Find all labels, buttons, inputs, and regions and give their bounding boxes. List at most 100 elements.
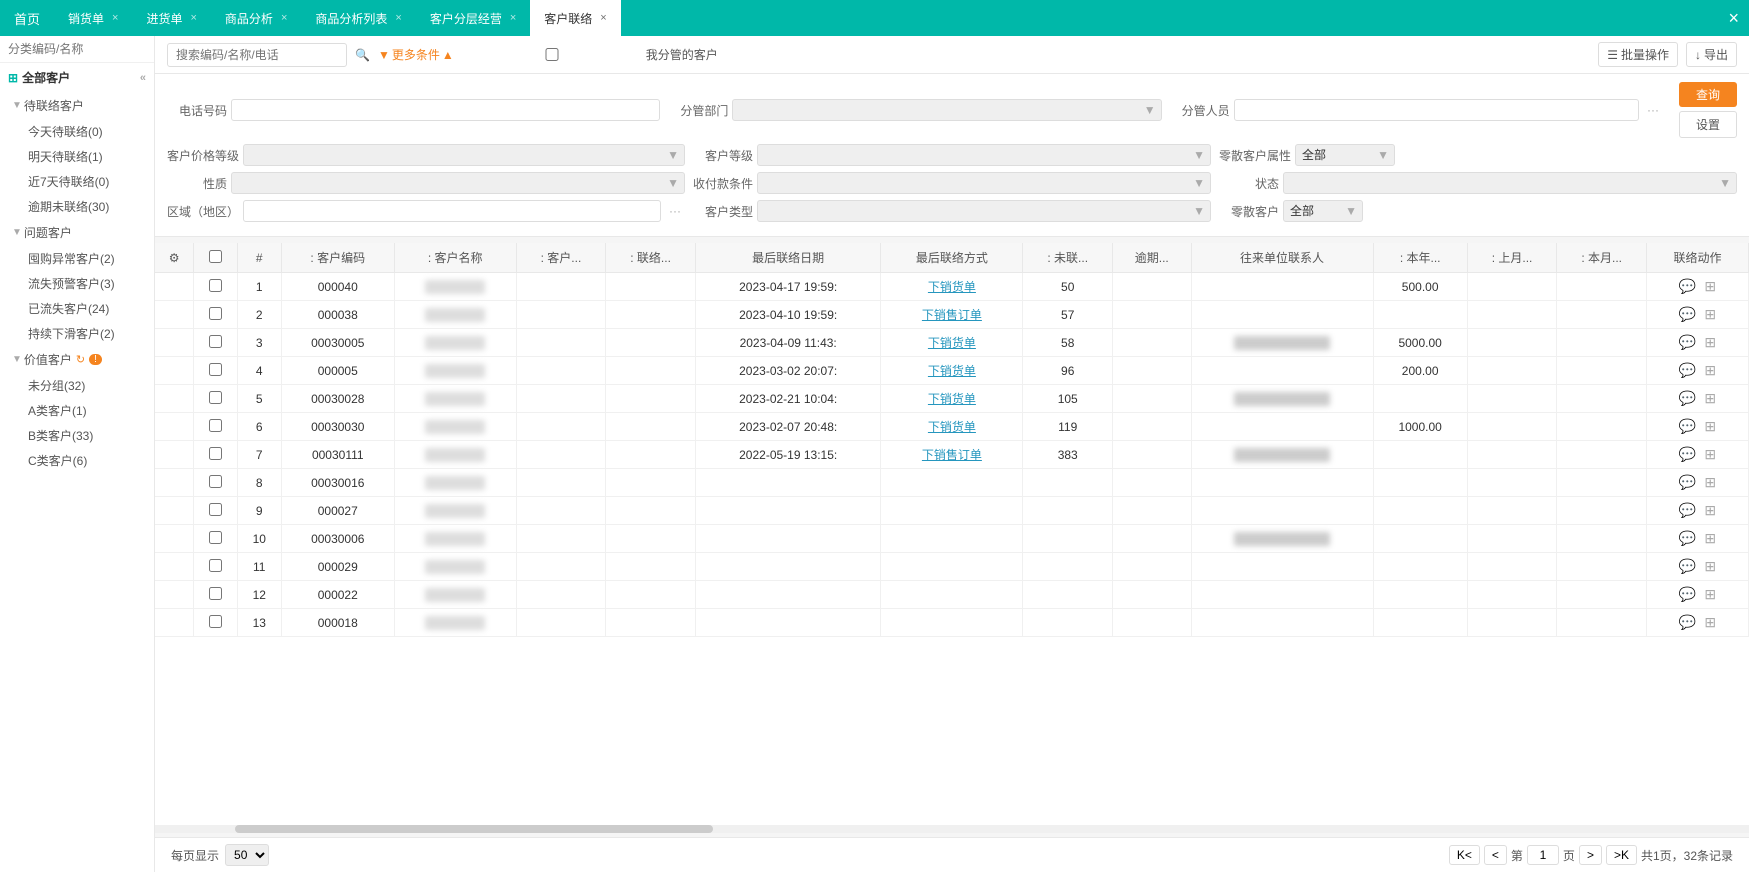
td-check[interactable] <box>194 385 237 413</box>
row-checkbox[interactable] <box>209 475 222 488</box>
message-icon[interactable]: 💬 <box>1679 418 1696 435</box>
cust-type-select[interactable] <box>757 200 1211 222</box>
grid-action-icon[interactable]: ⊞ <box>1704 586 1716 603</box>
last-contact-way-link[interactable]: 下销售订单 <box>922 308 982 322</box>
horizontal-scrollbar[interactable] <box>155 825 1749 833</box>
row-checkbox[interactable] <box>209 363 222 376</box>
grid-action-icon[interactable]: ⊞ <box>1704 614 1716 631</box>
all-customers-header[interactable]: ⊞ 全部客户 « <box>0 63 154 92</box>
grid-action-icon[interactable]: ⊞ <box>1704 334 1716 351</box>
grid-action-icon[interactable]: ⊞ <box>1704 446 1716 463</box>
region-input[interactable] <box>243 200 661 222</box>
sidebar-item-churned[interactable]: 已流失客户(24) <box>0 296 154 321</box>
row-checkbox[interactable] <box>209 531 222 544</box>
th-settings[interactable]: ⚙ <box>155 243 194 273</box>
filter-search-icon[interactable]: 🔍 <box>355 48 370 62</box>
sidebar-item-class-c[interactable]: C类客户(6) <box>0 448 154 473</box>
th-contact-person[interactable]: 往来单位联系人 <box>1191 243 1373 273</box>
td-check[interactable] <box>194 301 237 329</box>
th-contact[interactable]: : 联络... <box>606 243 696 273</box>
phone-input[interactable] <box>231 99 660 121</box>
td-check[interactable] <box>194 497 237 525</box>
tab-home[interactable]: 首页 <box>0 0 54 36</box>
th-this-month[interactable]: : 本月... <box>1557 243 1647 273</box>
sidebar-item-hoarding-abnormal[interactable]: 囤购异常客户(2) <box>0 246 154 271</box>
grid-action-icon[interactable]: ⊞ <box>1704 418 1716 435</box>
td-check[interactable] <box>194 357 237 385</box>
message-icon[interactable]: 💬 <box>1679 586 1696 603</box>
th-overdue[interactable]: 逾期... <box>1113 243 1192 273</box>
sidebar-item-class-b[interactable]: B类客户(33) <box>0 423 154 448</box>
my-customers-filter[interactable]: 我分管的客户 <box>462 46 718 63</box>
last-contact-way-link[interactable]: 下销售订单 <box>922 448 982 462</box>
row-checkbox[interactable] <box>209 559 222 572</box>
person-dotdot[interactable]: ··· <box>1643 103 1663 117</box>
status-select[interactable] <box>1283 172 1737 194</box>
grid-action-icon[interactable]: ⊞ <box>1704 474 1716 491</box>
close-icon[interactable]: × <box>510 12 516 24</box>
sidebar-group-problem[interactable]: ▼ 问题客户 <box>0 219 154 246</box>
page-size-select[interactable]: 50 <box>225 844 269 866</box>
sidebar-item-ungroup[interactable]: 未分组(32) <box>0 373 154 398</box>
th-last-contact-way[interactable]: 最后联络方式 <box>881 243 1023 273</box>
row-checkbox[interactable] <box>209 279 222 292</box>
close-icon[interactable]: × <box>281 12 287 24</box>
last-contact-way-link[interactable]: 下销货单 <box>928 392 976 406</box>
message-icon[interactable]: 💬 <box>1679 474 1696 491</box>
search-input[interactable] <box>167 43 347 67</box>
close-icon[interactable]: × <box>395 12 401 24</box>
grid-action-icon[interactable]: ⊞ <box>1704 278 1716 295</box>
tab-sales-order[interactable]: 销货单 × <box>54 0 132 36</box>
message-icon[interactable]: 💬 <box>1679 334 1696 351</box>
grid-action-icon[interactable]: ⊞ <box>1704 530 1716 547</box>
td-check[interactable] <box>194 441 237 469</box>
th-last-contact-date[interactable]: 最后联络日期 <box>695 243 881 273</box>
sidebar-group-value[interactable]: ▼ 价值客户 ↻ ! <box>0 346 154 373</box>
sidebar-item-class-a[interactable]: A类客户(1) <box>0 398 154 423</box>
th-cust-type[interactable]: : 客户... <box>516 243 606 273</box>
message-icon[interactable]: 💬 <box>1679 278 1696 295</box>
td-check[interactable] <box>194 413 237 441</box>
tab-customer-contact[interactable]: 客户联络 × <box>530 0 620 36</box>
message-icon[interactable]: 💬 <box>1679 614 1696 631</box>
sidebar-item-7days-pending[interactable]: 近7天待联络(0) <box>0 169 154 194</box>
select-all-checkbox[interactable] <box>209 250 222 263</box>
last-contact-way-link[interactable]: 下销货单 <box>928 280 976 294</box>
td-check[interactable] <box>194 329 237 357</box>
query-button[interactable]: 查询 <box>1679 82 1737 107</box>
payment-select[interactable] <box>757 172 1211 194</box>
retail-customer-select[interactable]: 全部 <box>1283 200 1363 222</box>
td-check[interactable] <box>194 469 237 497</box>
close-all-icon[interactable]: × <box>1728 8 1749 29</box>
close-icon[interactable]: × <box>600 12 606 24</box>
row-checkbox[interactable] <box>209 447 222 460</box>
message-icon[interactable]: 💬 <box>1679 530 1696 547</box>
export-button[interactable]: ↓ 导出 <box>1686 42 1737 67</box>
row-checkbox[interactable] <box>209 307 222 320</box>
th-code[interactable]: : 客户编码 <box>281 243 394 273</box>
collapse-icon[interactable]: « <box>140 72 146 84</box>
grid-action-icon[interactable]: ⊞ <box>1704 502 1716 519</box>
tab-product-analysis[interactable]: 商品分析 × <box>211 0 301 36</box>
tab-customer-tier[interactable]: 客户分层经营 × <box>416 0 530 36</box>
row-checkbox[interactable] <box>209 587 222 600</box>
th-checkbox[interactable] <box>194 243 237 273</box>
tab-purchase-order[interactable]: 进货单 × <box>132 0 210 36</box>
row-checkbox[interactable] <box>209 503 222 516</box>
grid-action-icon[interactable]: ⊞ <box>1704 558 1716 575</box>
reset-button[interactable]: 设置 <box>1679 111 1737 138</box>
grid-action-icon[interactable]: ⊞ <box>1704 306 1716 323</box>
message-icon[interactable]: 💬 <box>1679 306 1696 323</box>
my-customers-checkbox[interactable] <box>462 48 642 61</box>
last-contact-way-link[interactable]: 下销货单 <box>928 336 976 350</box>
page-number-input[interactable] <box>1527 845 1559 865</box>
first-page-button[interactable]: K< <box>1449 845 1480 865</box>
nature-select[interactable] <box>231 172 685 194</box>
grid-action-icon[interactable]: ⊞ <box>1704 362 1716 379</box>
retail-attr-select[interactable]: 全部 <box>1295 144 1395 166</box>
sidebar-item-churn-warning[interactable]: 流失预警客户(3) <box>0 271 154 296</box>
sidebar-item-overdue-no-contact[interactable]: 逾期未联络(30) <box>0 194 154 219</box>
message-icon[interactable]: 💬 <box>1679 446 1696 463</box>
th-name[interactable]: : 客户名称 <box>394 243 516 273</box>
td-check[interactable] <box>194 525 237 553</box>
